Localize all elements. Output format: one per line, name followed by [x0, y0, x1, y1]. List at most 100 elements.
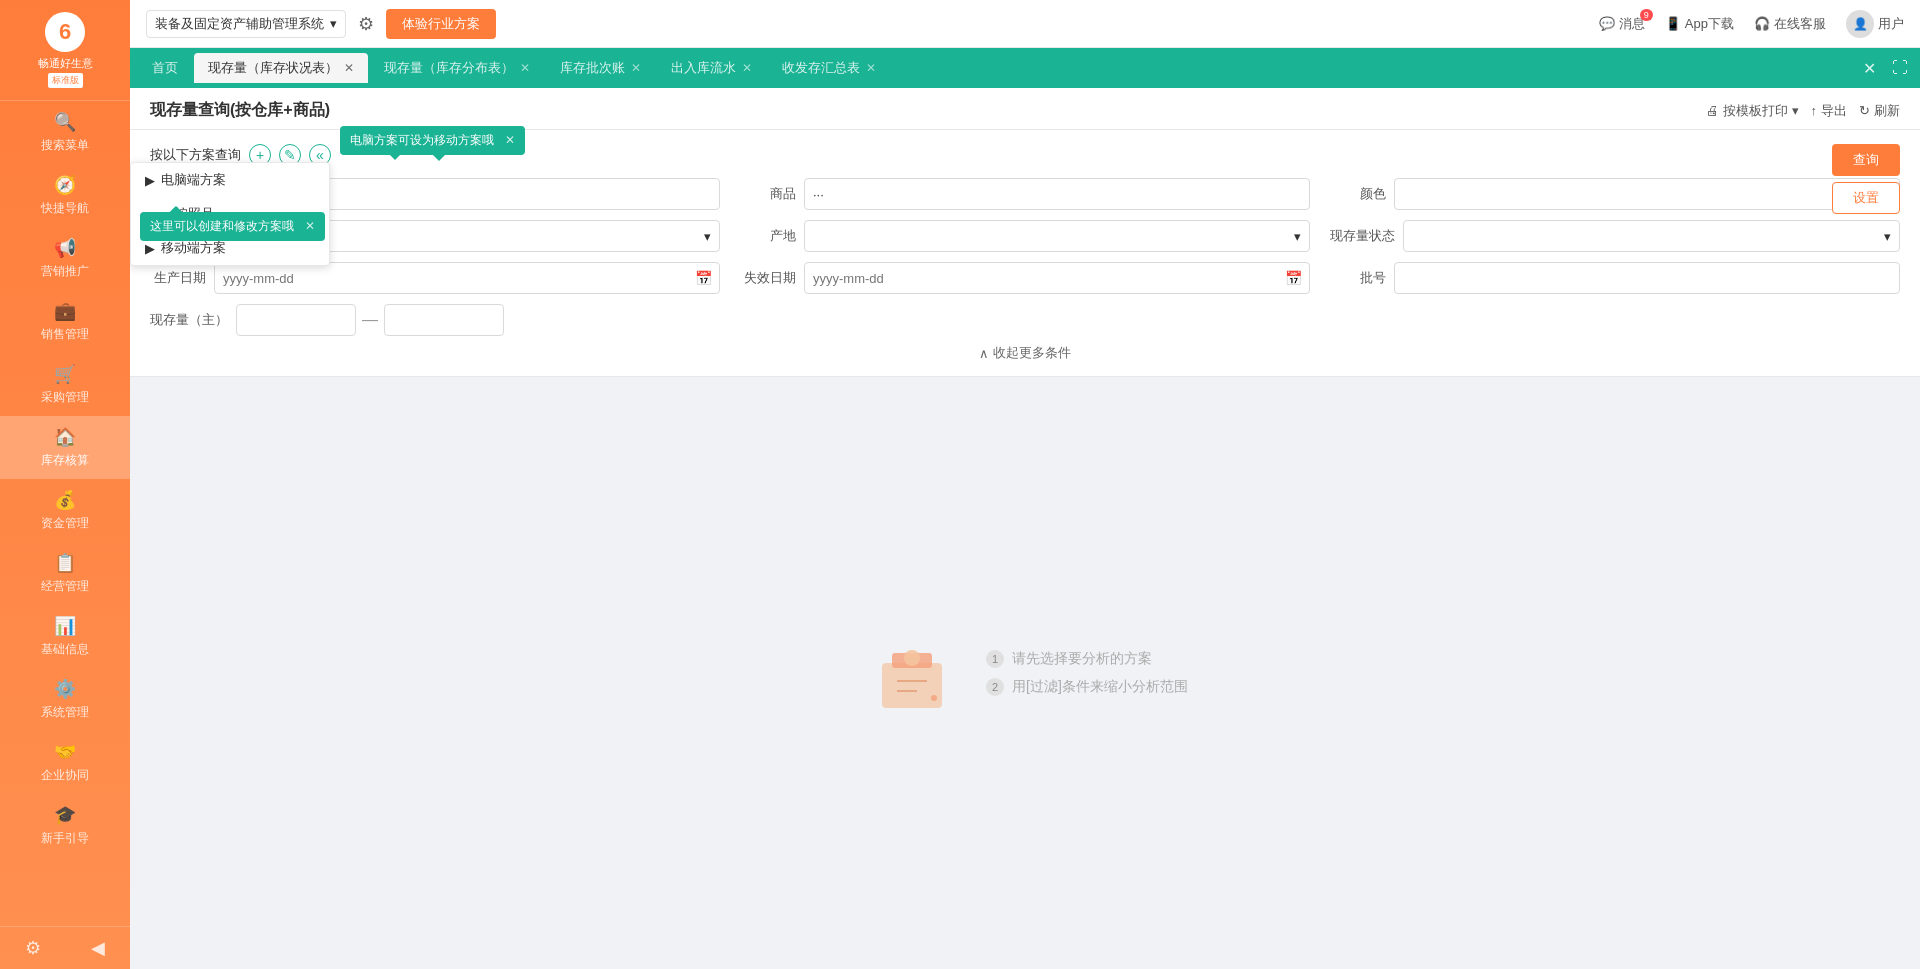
search-button[interactable]: 查询: [1832, 144, 1900, 176]
tab-in-out-flow[interactable]: 出入库流水 ✕: [657, 53, 766, 83]
tab-inventory-dist[interactable]: 现存量（库存分布表） ✕: [370, 53, 544, 83]
batch-input[interactable]: [1394, 262, 1900, 294]
sidebar-item-marketing[interactable]: 📢 营销推广: [0, 227, 130, 290]
purchase-icon: 🛒: [54, 363, 76, 385]
finance-icon: 💰: [54, 489, 76, 511]
inventory-range: —: [236, 304, 504, 336]
filter-grid-row3: 生产日期 📅 失效日期 📅 批号: [150, 262, 1900, 294]
filter-batch: 批号: [1330, 262, 1900, 294]
inventory-max-input[interactable]: [384, 304, 504, 336]
guide-icon: 🎓: [54, 804, 76, 826]
goods-label: 商品: [740, 185, 796, 203]
sidebar-bottom: ⚙ ◀: [0, 926, 130, 969]
calendar-icon-exp: 📅: [1285, 270, 1302, 286]
sidebar-item-search[interactable]: 🔍 搜索菜单: [0, 101, 130, 164]
inventory-icon: 🏠: [54, 426, 76, 448]
refresh-btn[interactable]: ↻ 刷新: [1859, 102, 1900, 120]
sidebar-collapse-btn[interactable]: ◀: [91, 937, 105, 959]
compass-icon: 🧭: [54, 174, 76, 196]
tab-close-all-btn[interactable]: ✕: [1859, 55, 1880, 82]
mobile-icon: 📱: [1665, 16, 1681, 31]
sidebar-item-enterprise[interactable]: 🤝 企业协同: [0, 731, 130, 794]
tooltip-pc-scheme: 电脑方案可设为移动方案哦 ✕: [340, 126, 525, 155]
tab-batch-ledger-label: 库存批次账: [560, 59, 625, 77]
inventory-min-input[interactable]: [236, 304, 356, 336]
sidebar-item-quick-nav[interactable]: 🧭 快捷导航: [0, 164, 130, 227]
tooltip-edit-close[interactable]: ✕: [305, 219, 315, 233]
sidebar-item-marketing-label: 营销推广: [41, 263, 89, 280]
settings-gear-btn[interactable]: ⚙: [358, 13, 374, 35]
tooltip-pc-close[interactable]: ✕: [505, 133, 515, 147]
setting-button[interactable]: 设置: [1832, 182, 1900, 214]
empty-step2: 2 用[过滤]条件来缩小分析范围: [986, 678, 1188, 696]
user-item[interactable]: 👤 用户: [1846, 10, 1904, 38]
inv-state-select[interactable]: ▾: [1403, 220, 1900, 252]
tab-maximize-btn[interactable]: ⛶: [1888, 55, 1912, 81]
sidebar-item-purchase[interactable]: 🛒 采购管理: [0, 353, 130, 416]
origin-select[interactable]: ▾: [804, 220, 1310, 252]
prod-date-input[interactable]: [214, 262, 720, 294]
empty-text-list: 1 请先选择要分析的方案 2 用[过滤]条件来缩小分析范围: [986, 650, 1188, 696]
svg-point-2: [904, 650, 920, 666]
sidebar-item-finance[interactable]: 💰 资金管理: [0, 479, 130, 542]
prod-date-wrapper: 📅: [214, 262, 720, 294]
tab-inventory-dist-close[interactable]: ✕: [520, 61, 530, 75]
logo-badge: 标准版: [48, 73, 83, 88]
page-title: 现存量查询(按仓库+商品): [150, 100, 330, 121]
prod-date-label: 生产日期: [150, 269, 206, 287]
pc-scheme-label: 电脑端方案: [161, 171, 226, 189]
message-badge: 9: [1640, 9, 1653, 21]
mobile-scheme-label: 移动端方案: [161, 239, 226, 257]
sidebar-item-enterprise-label: 企业协同: [41, 767, 89, 784]
sidebar-settings-btn[interactable]: ⚙: [25, 937, 41, 959]
search-icon: 🔍: [54, 111, 76, 133]
logo-text: 畅通好生意: [38, 56, 93, 71]
message-icon: 💬: [1599, 16, 1615, 31]
exp-date-wrapper: 📅: [804, 262, 1310, 294]
sidebar-item-guide-label: 新手引导: [41, 830, 89, 847]
step2-num: 2: [986, 678, 1004, 696]
search-btn-group: 查询 设置: [1832, 144, 1900, 214]
user-label: 用户: [1878, 15, 1904, 33]
sidebar-item-basic[interactable]: 📊 基础信息: [0, 605, 130, 668]
color-label: 颜色: [1330, 185, 1386, 203]
export-label: 导出: [1821, 102, 1847, 120]
color-select[interactable]: ▾: [1394, 178, 1900, 210]
filter-grid-row1: 仓库 ··· 商品 ··· 颜色 ▾: [150, 178, 1900, 210]
range-dash: —: [362, 311, 378, 329]
tab-recv-send[interactable]: 收发存汇总表 ✕: [768, 53, 890, 83]
chevron-origin-icon: ▾: [1294, 229, 1301, 244]
message-item[interactable]: 💬 消息 9: [1599, 15, 1645, 33]
tab-inventory-status-close[interactable]: ✕: [344, 61, 354, 75]
tab-inventory-status[interactable]: 现存量（库存状况表） ✕: [194, 53, 368, 83]
basic-icon: 📊: [54, 615, 76, 637]
headset-icon: 🎧: [1754, 16, 1770, 31]
trial-button[interactable]: 体验行业方案: [386, 9, 496, 39]
sidebar-item-system[interactable]: ⚙️ 系统管理: [0, 668, 130, 731]
tab-home[interactable]: 首页: [138, 53, 192, 83]
sidebar-item-search-label: 搜索菜单: [41, 137, 89, 154]
online-support-item[interactable]: 🎧 在线客服: [1754, 15, 1826, 33]
app-download-item[interactable]: 📱 App下载: [1665, 15, 1734, 33]
tab-batch-ledger-close[interactable]: ✕: [631, 61, 641, 75]
pc-scheme-item[interactable]: ▶ 电脑端方案: [131, 163, 329, 197]
svg-rect-0: [882, 663, 942, 708]
collapse-row[interactable]: ∧ 收起更多条件: [150, 336, 1900, 362]
goods-select[interactable]: ···: [804, 178, 1310, 210]
print-btn[interactable]: 🖨 按模板打印 ▾: [1706, 102, 1799, 120]
tab-batch-ledger[interactable]: 库存批次账 ✕: [546, 53, 655, 83]
empty-state: 1 请先选择要分析的方案 2 用[过滤]条件来缩小分析范围: [130, 377, 1920, 969]
tab-in-out-flow-close[interactable]: ✕: [742, 61, 752, 75]
sidebar-item-guide[interactable]: 🎓 新手引导: [0, 794, 130, 857]
content-header: 现存量查询(按仓库+商品) 🖨 按模板打印 ▾ ↑ 导出 ↻ 刷新: [130, 88, 1920, 130]
tab-recv-send-close[interactable]: ✕: [866, 61, 876, 75]
exp-date-input[interactable]: [804, 262, 1310, 294]
sidebar-item-operations[interactable]: 📋 经营管理: [0, 542, 130, 605]
calendar-icon-prod: 📅: [695, 270, 712, 286]
export-btn[interactable]: ↑ 导出: [1811, 102, 1848, 120]
tooltip-edit-scheme: 这里可以创建和修改方案哦 ✕: [140, 212, 325, 241]
app-download-label: App下载: [1685, 15, 1734, 33]
sidebar-item-inventory[interactable]: 🏠 库存核算: [0, 416, 130, 479]
system-select[interactable]: 装备及固定资产辅助管理系统 ▾: [146, 10, 346, 38]
sidebar-item-sales[interactable]: 💼 销售管理: [0, 290, 130, 353]
